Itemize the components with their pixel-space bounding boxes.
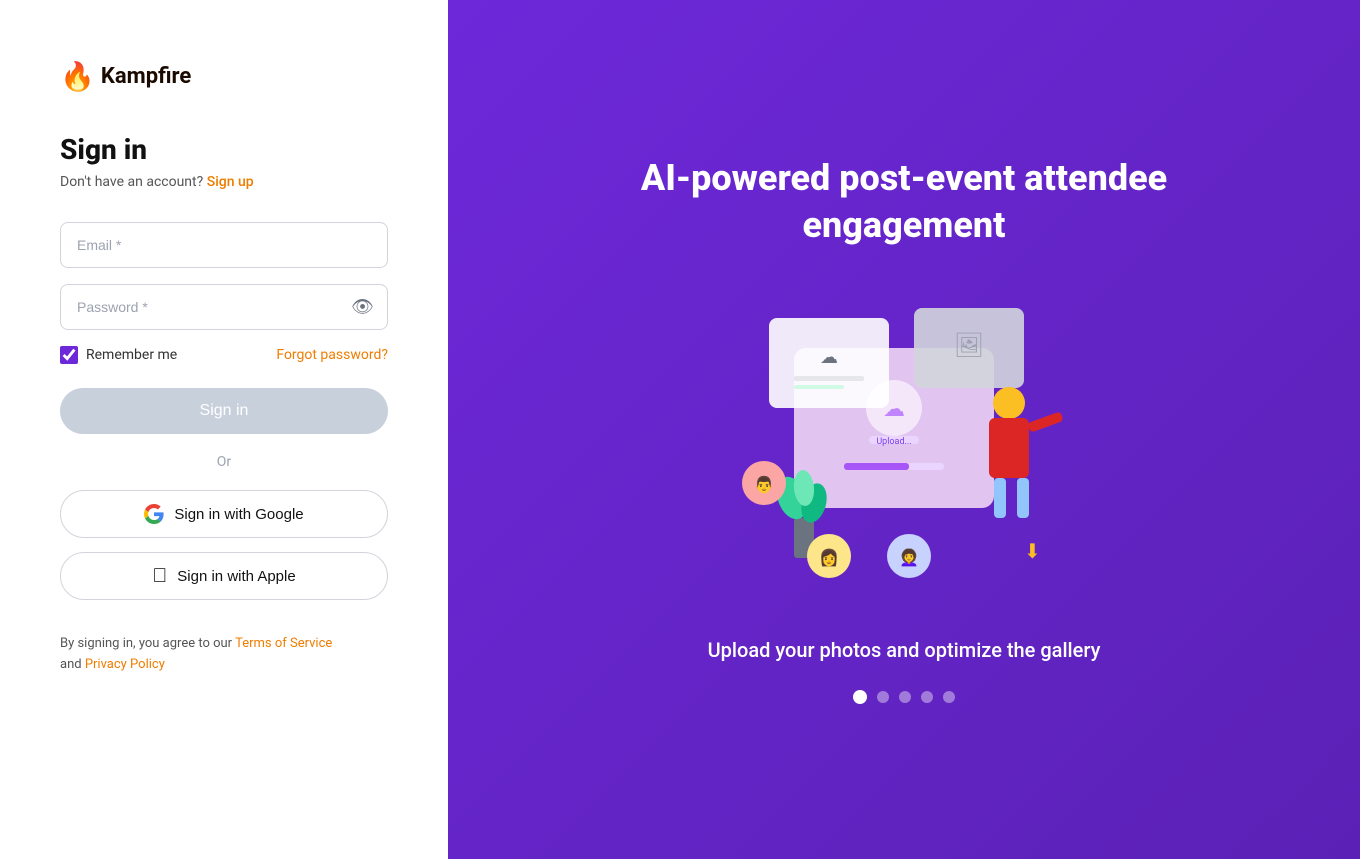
- logo-text: Kampfire: [101, 64, 191, 89]
- remember-me-label[interactable]: Remember me: [60, 346, 177, 364]
- signup-link[interactable]: Sign up: [207, 174, 254, 190]
- apple-button-label: Sign in with Apple: [177, 568, 295, 585]
- or-divider: Or: [60, 454, 388, 470]
- terms-of-service-link[interactable]: Terms of Service: [235, 636, 332, 651]
- toggle-password-icon[interactable]: 👁: [351, 297, 374, 318]
- dot-2[interactable]: [877, 691, 889, 703]
- no-account-prompt: Don't have an account? Sign up: [60, 174, 388, 190]
- google-sign-in-button[interactable]: Sign in with Google: [60, 490, 388, 538]
- carousel-dots: [853, 690, 955, 704]
- email-input[interactable]: [60, 222, 388, 268]
- remember-forgot-row: Remember me Forgot password?: [60, 346, 388, 364]
- svg-text:Upload...: Upload...: [876, 437, 911, 447]
- apple-icon: : [152, 566, 167, 586]
- sign-in-button[interactable]: Sign in: [60, 388, 388, 434]
- illustration: ☁ Upload... ☁ 🖼: [714, 288, 1094, 608]
- svg-text:👩: 👩: [819, 548, 839, 567]
- terms-text: By signing in, you agree to our Terms of…: [60, 634, 388, 676]
- right-headline: AI-powered post-event attendee engagemen…: [604, 155, 1204, 249]
- svg-text:☁: ☁: [820, 347, 838, 368]
- svg-text:👨: 👨: [754, 475, 774, 494]
- dot-4[interactable]: [921, 691, 933, 703]
- right-caption: Upload your photos and optimize the gall…: [708, 638, 1101, 662]
- remember-me-checkbox[interactable]: [60, 346, 78, 364]
- forgot-password-link[interactable]: Forgot password?: [276, 347, 388, 363]
- email-group: [60, 222, 388, 268]
- apple-sign-in-button[interactable]:  Sign in with Apple: [60, 552, 388, 600]
- password-group: 👁: [60, 284, 388, 330]
- privacy-policy-link[interactable]: Privacy Policy: [85, 657, 165, 672]
- illustration-svg: ☁ Upload... ☁ 🖼: [714, 288, 1094, 608]
- dot-5[interactable]: [943, 691, 955, 703]
- svg-text:👩‍🦱: 👩‍🦱: [899, 548, 919, 567]
- dot-3[interactable]: [899, 691, 911, 703]
- logo: 🔥 Kampfire: [60, 60, 388, 93]
- svg-text:⬇: ⬇: [1024, 539, 1041, 563]
- right-panel: AI-powered post-event attendee engagemen…: [448, 0, 1360, 859]
- flame-icon: 🔥: [60, 60, 95, 93]
- password-input[interactable]: [60, 284, 388, 330]
- google-icon: [144, 504, 164, 524]
- dot-1[interactable]: [853, 690, 867, 704]
- left-panel: 🔥 Kampfire Sign in Don't have an account…: [0, 0, 448, 859]
- google-button-label: Sign in with Google: [174, 506, 303, 523]
- page-title: Sign in: [60, 133, 388, 166]
- svg-text:🖼: 🖼: [954, 331, 984, 359]
